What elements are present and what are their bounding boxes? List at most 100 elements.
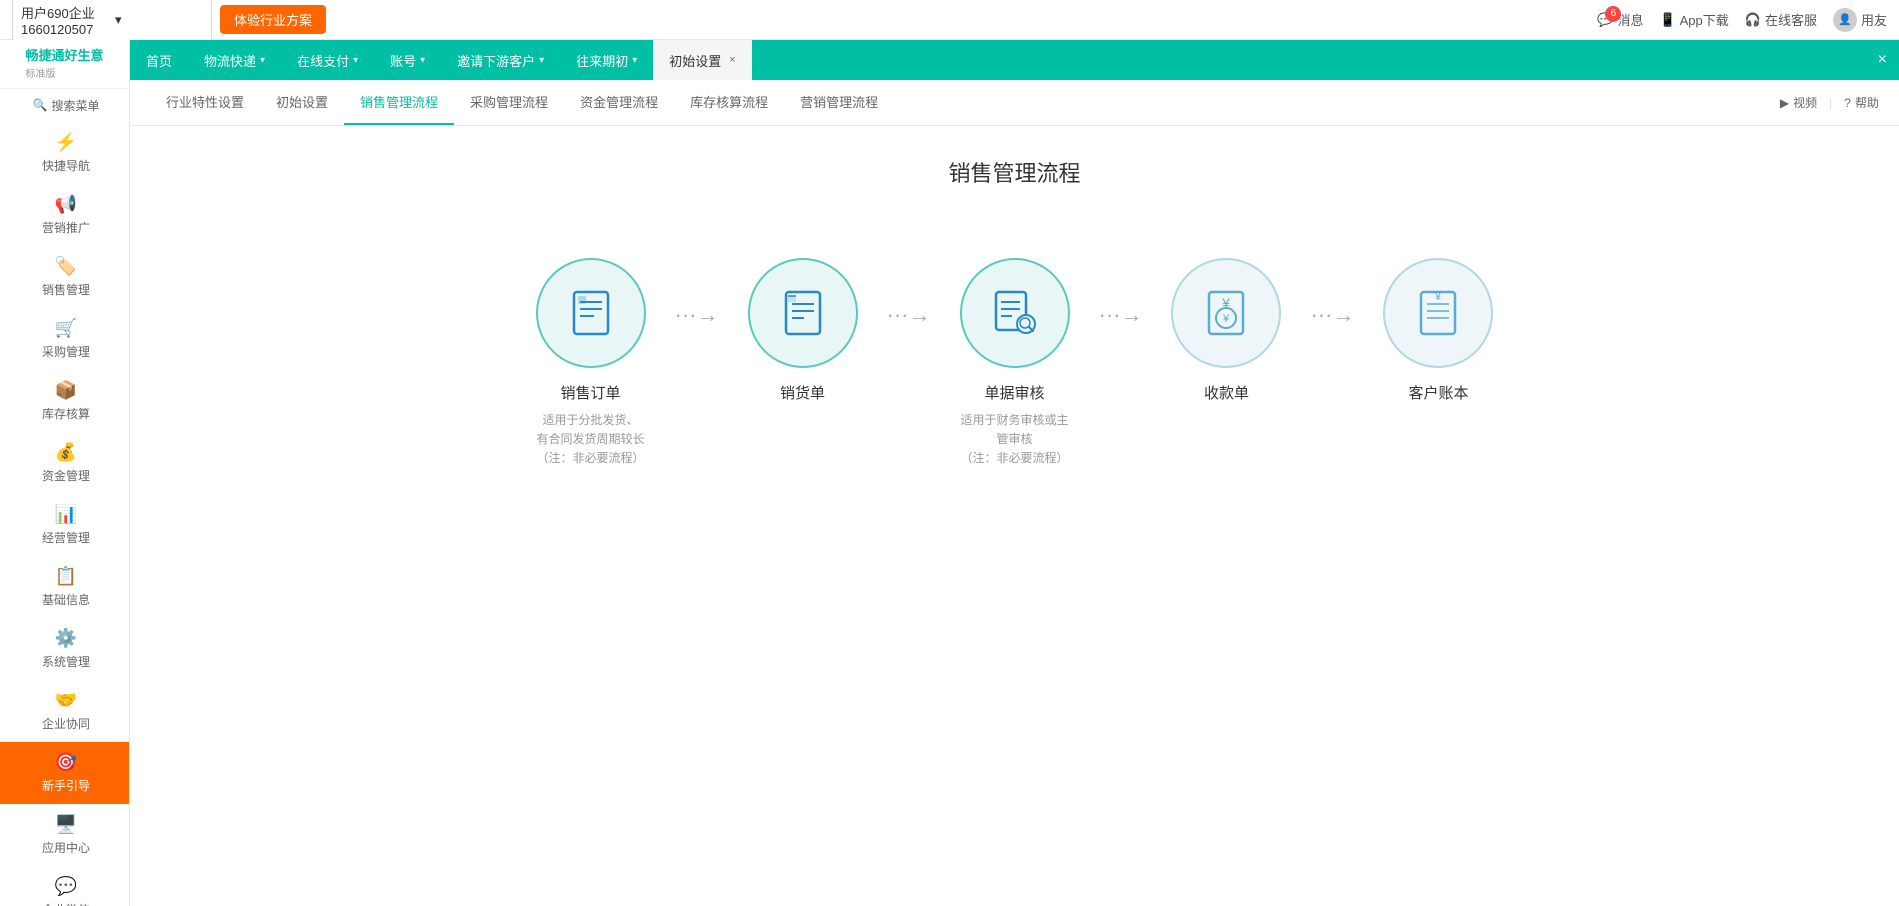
video-label: 视频: [1793, 94, 1817, 111]
purchase-mgmt-icon: 🛒: [55, 318, 77, 339]
customer-ledger-icon: ¥: [1413, 288, 1463, 338]
flow-desc-sales-order: 适用于分批发货、有合同发货周期较长（注：非必要流程）: [537, 411, 645, 469]
nav-tab-period[interactable]: 往来期初 ▾: [560, 40, 653, 80]
nav-tabs-bar: 首页 物流快递 ▾ 在线支付 ▾ 账号 ▾ 邀请下游客户 ▾ 往来期初 ▾: [130, 40, 1899, 80]
nav-tab-account-label: 账号: [390, 51, 416, 70]
marketing-promo-label: 营销推广: [42, 219, 90, 236]
page-content: 销售管理流程 销售订单 适用于分批发货、有合同: [130, 126, 1899, 906]
sec-tab-sales-flow-label: 销售管理流程: [360, 92, 438, 111]
sec-tab-inventory-flow-label: 库存核算流程: [690, 92, 768, 111]
chevron-down-icon: ▾: [539, 55, 544, 66]
sidebar-item-system-mgmt[interactable]: ⚙️ 系统管理: [0, 618, 129, 680]
experience-button[interactable]: 体验行业方案: [220, 5, 326, 34]
flow-label-customer-ledger: 客户账本: [1408, 382, 1468, 403]
sec-tab-initial-setup[interactable]: 初始设置: [260, 80, 344, 125]
finance-mgmt-icon: 💰: [55, 442, 77, 463]
sec-tab-sales-flow[interactable]: 销售管理流程: [344, 80, 454, 125]
enterprise-collab-label: 企业协同: [42, 715, 90, 732]
sidebar-item-quick-nav[interactable]: ⚡ 快捷导航: [0, 122, 129, 184]
flow-circle-receipt[interactable]: ¥ ¥: [1171, 258, 1281, 368]
app-download-label: App下载: [1680, 10, 1729, 29]
arrow-icon-4: ···→: [1310, 302, 1354, 328]
sidebar-item-sales-mgmt[interactable]: 🏷️ 销售管理: [0, 246, 129, 308]
sidebar-item-marketing-promo[interactable]: 📢 营销推广: [0, 184, 129, 246]
flow-circle-doc-review[interactable]: [960, 258, 1070, 368]
flow-label-sales-order: 销售订单: [561, 382, 621, 403]
sidebar-item-basic-info[interactable]: 📋 基础信息: [0, 556, 129, 618]
nav-tab-payment-label: 在线支付: [297, 51, 349, 70]
inventory-icon: 📦: [55, 380, 77, 401]
flow-circle-customer-ledger[interactable]: ¥: [1383, 258, 1493, 368]
chevron-down-icon: ▾: [260, 55, 265, 66]
enterprise-wechat-icon: 💬: [55, 876, 77, 897]
sec-tab-capital-flow[interactable]: 资金管理流程: [564, 80, 674, 125]
sidebar-item-enterprise-collab[interactable]: 🤝 企业协同: [0, 680, 129, 742]
flow-label-doc-review: 单据审核: [984, 382, 1044, 403]
nav-tab-account[interactable]: 账号 ▾: [374, 40, 441, 80]
video-help-item[interactable]: ▶ 视频: [1780, 94, 1817, 111]
flow-label-receipt: 收款单: [1204, 382, 1249, 403]
nav-close-all-button[interactable]: ×: [1866, 40, 1899, 80]
flow-circle-sales-order[interactable]: [536, 258, 646, 368]
online-service-item[interactable]: 🎧 在线客服: [1745, 10, 1817, 29]
user-avatar-item[interactable]: 👤 用友: [1833, 8, 1887, 32]
sidebar-item-search[interactable]: 🔍 搜索菜单: [0, 89, 129, 122]
app-download-item[interactable]: 📱 App下载: [1659, 10, 1728, 29]
nav-tab-close-icon[interactable]: ×: [729, 54, 735, 66]
help-label: 帮助: [1855, 94, 1879, 111]
sec-tab-industry-settings[interactable]: 行业特性设置: [150, 80, 260, 125]
sidebar-search-label: 搜索菜单: [51, 97, 99, 114]
nav-tab-init-setup[interactable]: 初始设置 ×: [653, 40, 751, 80]
sidebar-item-operations-mgmt[interactable]: 📊 经营管理: [0, 494, 129, 556]
page-title: 销售管理流程: [170, 156, 1859, 188]
main-layout: 畅捷通好生意 标准版 🔍 搜索菜单 ⚡ 快捷导航 📢 营销推广 🏷️ 销售管理 …: [0, 40, 1899, 906]
sec-tab-inventory-flow[interactable]: 库存核算流程: [674, 80, 784, 125]
quick-nav-label: 快捷导航: [42, 157, 90, 174]
content-area: 首页 物流快递 ▾ 在线支付 ▾ 账号 ▾ 邀请下游客户 ▾ 往来期初 ▾: [130, 40, 1899, 906]
top-bar: 用户690企业1660120507 ▾ 体验行业方案 💬 6 消息 📱 App下…: [0, 0, 1899, 40]
basic-info-label: 基础信息: [42, 591, 90, 608]
help-item[interactable]: ? 帮助: [1844, 94, 1879, 111]
sec-tab-marketing-flow[interactable]: 营销管理流程: [784, 80, 894, 125]
logo-line2: 标准版: [25, 65, 103, 80]
flow-arrow-2: ···→: [887, 258, 931, 328]
sec-tab-marketing-flow-label: 营销管理流程: [800, 92, 878, 111]
nav-tab-invite[interactable]: 邀请下游客户 ▾: [441, 40, 560, 80]
flow-diagram: 销售订单 适用于分批发货、有合同发货周期较长（注：非必要流程） ···→: [170, 238, 1859, 489]
top-bar-right: 💬 6 消息 📱 App下载 🎧 在线客服 👤 用友: [1597, 8, 1887, 32]
flow-arrow-3: ···→: [1099, 258, 1143, 328]
top-bar-left: 用户690企业1660120507 ▾ 体验行业方案: [12, 0, 326, 42]
secondary-tabs: 行业特性设置 初始设置 销售管理流程 采购管理流程 资金管理流程 库存核算流程 …: [130, 80, 1899, 126]
app-center-label: 应用中心: [42, 839, 90, 856]
sidebar-item-finance-mgmt[interactable]: 💰 资金管理: [0, 432, 129, 494]
newbie-guide-icon: 🎯: [55, 752, 77, 773]
flow-step-sales-order: 销售订单 适用于分批发货、有合同发货周期较长（注：非必要流程）: [511, 258, 671, 469]
inventory-label: 库存核算: [42, 405, 90, 422]
nav-tab-home[interactable]: 首页: [130, 40, 188, 80]
logo-line1: 畅捷通好生意: [25, 48, 103, 65]
user-label: 用户690企业1660120507: [21, 3, 109, 37]
nav-tab-payment[interactable]: 在线支付 ▾: [281, 40, 374, 80]
message-item[interactable]: 💬 6 消息: [1597, 10, 1643, 29]
sidebar-item-newbie-guide[interactable]: 🎯 新手引导: [0, 742, 129, 804]
dropdown-arrow-icon: ▾: [115, 12, 203, 28]
user-name-label: 用友: [1861, 10, 1887, 29]
system-mgmt-label: 系统管理: [42, 653, 90, 670]
search-icon: 🔍: [33, 98, 48, 112]
sales-invoice-icon: [778, 288, 828, 338]
flow-step-doc-review: 单据审核 适用于财务审核或主管审核（注：非必要流程）: [935, 258, 1095, 469]
flow-step-sales-invoice: 销货单: [723, 258, 883, 411]
flow-circle-sales-invoice[interactable]: [748, 258, 858, 368]
sidebar-item-purchase-mgmt[interactable]: 🛒 采购管理: [0, 308, 129, 370]
nav-tab-logistics[interactable]: 物流快递 ▾: [188, 40, 281, 80]
service-icon: 🎧: [1745, 12, 1761, 28]
enterprise-collab-icon: 🤝: [55, 690, 77, 711]
sidebar-item-enterprise-wechat[interactable]: 💬 企业微信: [0, 866, 129, 906]
flow-arrow-1: ···→: [675, 258, 719, 328]
sidebar-item-app-center[interactable]: 🖥️ 应用中心: [0, 804, 129, 866]
basic-info-icon: 📋: [55, 566, 77, 587]
sidebar-item-inventory[interactable]: 📦 库存核算: [0, 370, 129, 432]
enterprise-wechat-label: 企业微信: [42, 901, 90, 906]
user-selector[interactable]: 用户690企业1660120507 ▾: [12, 0, 212, 42]
sec-tab-purchase-flow[interactable]: 采购管理流程: [454, 80, 564, 125]
